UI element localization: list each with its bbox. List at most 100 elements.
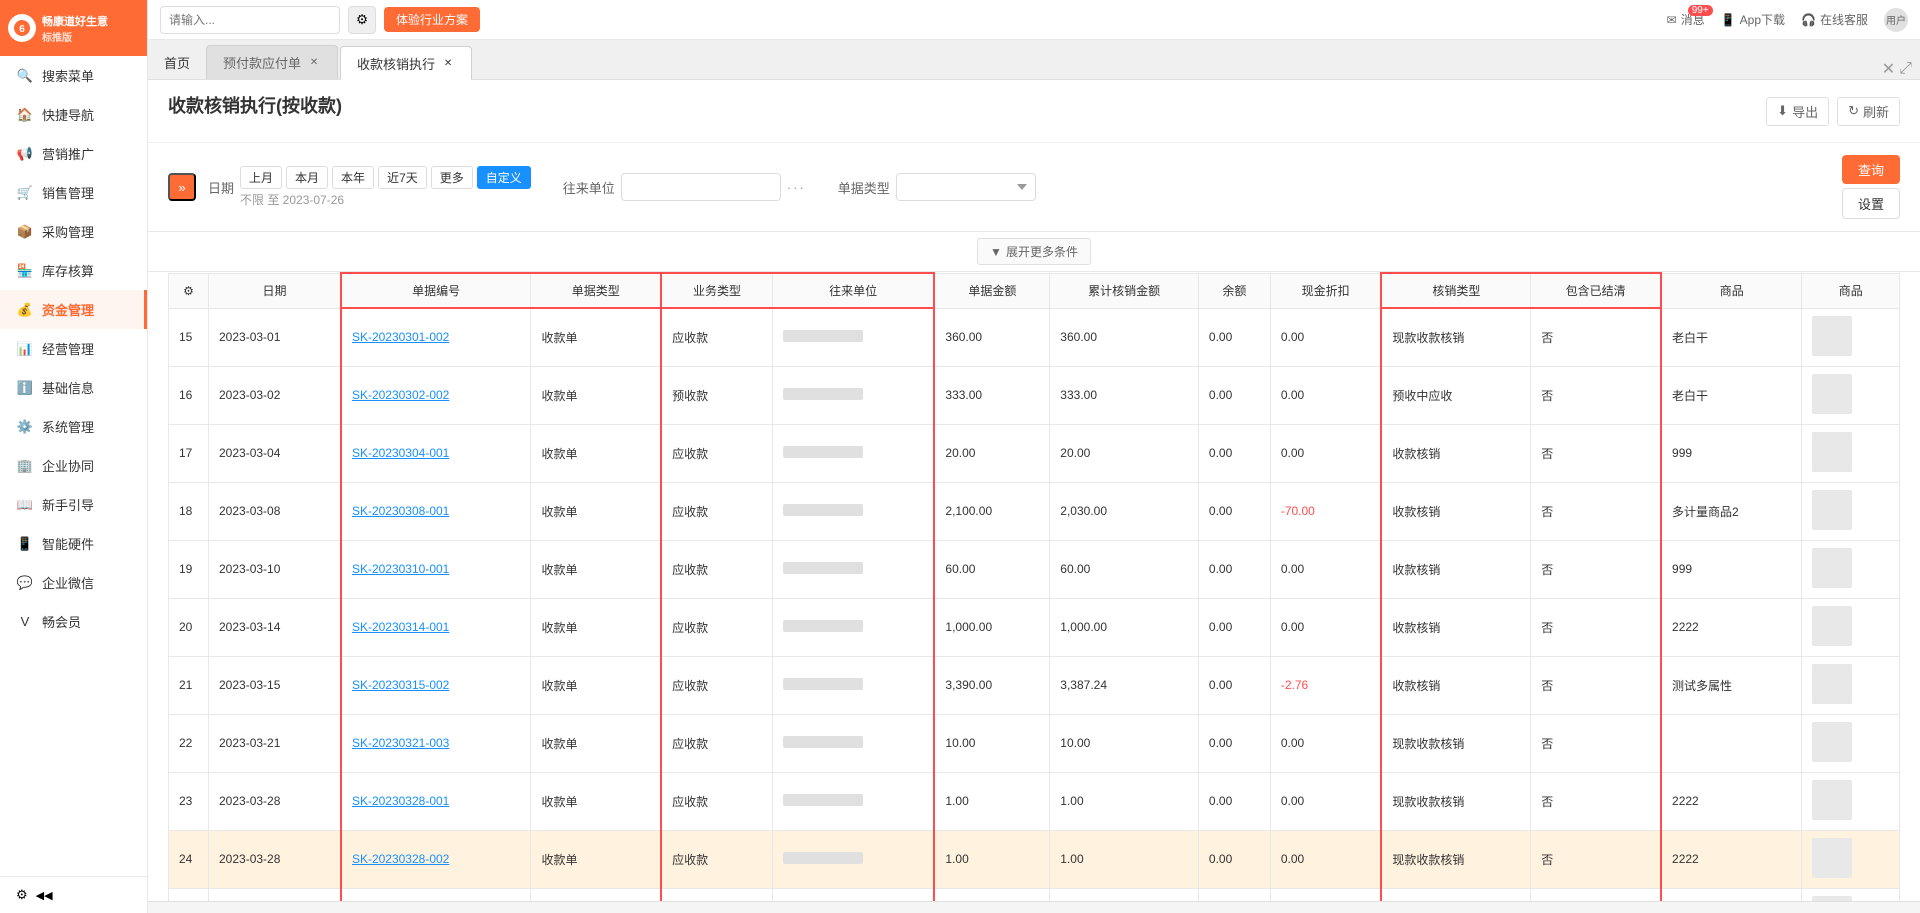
- date-7days[interactable]: 近7天: [378, 166, 427, 189]
- cell-doc-no[interactable]: SK-20230301-002: [341, 308, 531, 366]
- cell-index: 25: [169, 888, 209, 901]
- export-button[interactable]: ⬇ 导出: [1766, 97, 1829, 126]
- receipt-type-select[interactable]: 收款单: [896, 173, 1036, 201]
- cell-counterparty: [772, 888, 934, 901]
- col-header-balance: 余额: [1198, 273, 1270, 308]
- col-header-product: 商品: [1661, 273, 1802, 308]
- logo-icon: 6: [8, 14, 36, 42]
- col-header-settings[interactable]: ⚙: [169, 273, 209, 308]
- counterparty-input[interactable]: [621, 173, 781, 201]
- sidebar-item-purchase[interactable]: 📦 采购管理: [0, 212, 147, 251]
- cell-index: 17: [169, 424, 209, 482]
- cell-cancel-type: 收款核销: [1381, 656, 1530, 714]
- cell-index: 19: [169, 540, 209, 598]
- sidebar-item-wechat[interactable]: 💬 企业微信: [0, 563, 147, 602]
- sidebar-item-inventory[interactable]: 🏪 库存核算: [0, 251, 147, 290]
- expand-conditions-button[interactable]: ▼ 展开更多条件: [977, 238, 1091, 265]
- online-service-button[interactable]: 🎧 在线客服: [1801, 11, 1868, 28]
- cell-product2: [1802, 540, 1900, 598]
- tabs-bar: 首页 预付款应付单 ✕ 收款核销执行 ✕ ✕ ⤢: [148, 40, 1920, 80]
- cell-balance: 0.00: [1198, 772, 1270, 830]
- horizontal-scrollbar[interactable]: [148, 901, 1920, 913]
- tab-fullscreen[interactable]: ⤢: [1899, 60, 1912, 78]
- cell-amount: 3,390.00: [934, 656, 1049, 714]
- warehouse-icon: 🏪: [16, 262, 34, 280]
- tab-collection-close[interactable]: ✕: [441, 56, 455, 70]
- sidebar-item-enterprise[interactable]: 🏢 企业协同: [0, 446, 147, 485]
- counterparty-dots[interactable]: ···: [787, 180, 806, 195]
- guide-icon: 📖: [16, 496, 34, 514]
- cell-balance: 0.00: [1198, 830, 1270, 888]
- date-last-month[interactable]: 上月: [240, 166, 282, 189]
- cell-doc-no[interactable]: SK-20230308-001: [341, 482, 531, 540]
- cell-doc-no[interactable]: SK-20230328-002: [341, 830, 531, 888]
- user-avatar[interactable]: 用户: [1884, 8, 1908, 32]
- cell-doc-no[interactable]: SK-20230331-002: [341, 888, 531, 901]
- cell-date: 2023-03-28: [209, 772, 341, 830]
- sidebar-item-hardware[interactable]: 📱 智能硬件: [0, 524, 147, 563]
- tabs-actions: ✕ ⤢: [1874, 59, 1920, 79]
- sidebar-item-basics[interactable]: ℹ️ 基础信息: [0, 368, 147, 407]
- date-this-year[interactable]: 本年: [332, 166, 374, 189]
- settings-filter-button[interactable]: 设置: [1842, 188, 1900, 219]
- refresh-icon: ↻: [1848, 103, 1859, 119]
- cell-doc-no[interactable]: SK-20230314-001: [341, 598, 531, 656]
- date-more[interactable]: 更多: [431, 166, 473, 189]
- cell-cash-discount: 0.00: [1270, 772, 1381, 830]
- sidebar-item-quick-nav[interactable]: 🏠 快捷导航: [0, 95, 147, 134]
- cell-doc-type: 收款单: [531, 308, 661, 366]
- cell-counterparty: [772, 714, 934, 772]
- sidebar-item-guide[interactable]: 📖 新手引导: [0, 485, 147, 524]
- topbar-search-input[interactable]: [160, 6, 340, 34]
- cell-balance: 0.00: [1198, 424, 1270, 482]
- sidebar-item-operations[interactable]: 📊 经营管理: [0, 329, 147, 368]
- query-button[interactable]: 查询: [1842, 155, 1900, 184]
- cell-product: 2222: [1661, 598, 1802, 656]
- filter-toggle-button[interactable]: »: [168, 173, 196, 201]
- cell-biz-type: 应收款: [661, 308, 772, 366]
- date-this-month[interactable]: 本月: [286, 166, 328, 189]
- content-wrapper: 收款核销执行(按收款) ⬇ 导出 ↻ 刷新 » 日期 上月: [148, 80, 1920, 913]
- refresh-button[interactable]: ↻ 刷新: [1837, 97, 1900, 126]
- tab-prepayment[interactable]: 预付款应付单 ✕: [206, 45, 338, 79]
- filter-area: » 日期 上月 本月 本年 近7天 更多 自定义 不限 至 2023-07-26: [148, 143, 1920, 232]
- cell-doc-no[interactable]: SK-20230328-001: [341, 772, 531, 830]
- cell-doc-no[interactable]: SK-20230321-003: [341, 714, 531, 772]
- cell-doc-no[interactable]: SK-20230310-001: [341, 540, 531, 598]
- sidebar-item-search[interactable]: 🔍 搜索菜单: [0, 56, 147, 95]
- cell-cash-discount: 0.00: [1270, 714, 1381, 772]
- sidebar-collapse-icon[interactable]: ◀◀: [36, 889, 53, 902]
- sidebar-item-marketing[interactable]: 📢 营销推广: [0, 134, 147, 173]
- cell-doc-type: 红字收款单: [531, 888, 661, 901]
- sidebar-item-system[interactable]: ⚙️ 系统管理: [0, 407, 147, 446]
- sidebar-item-member[interactable]: V 畅会员: [0, 602, 147, 641]
- col-header-accumulated: 累计核销金额: [1050, 273, 1199, 308]
- tab-collection[interactable]: 收款核销执行 ✕: [340, 46, 472, 80]
- cell-biz-type: 应收款: [661, 772, 772, 830]
- app-download-button[interactable]: 📱 App下载: [1721, 11, 1785, 28]
- message-button[interactable]: ✉ 消息 99+: [1667, 11, 1705, 28]
- cell-biz-type: 预收款: [661, 366, 772, 424]
- cell-amount: 60.00: [934, 540, 1049, 598]
- cell-doc-no[interactable]: SK-20230315-002: [341, 656, 531, 714]
- cell-accumulated: -2,430.00: [1050, 888, 1199, 901]
- cell-balance: 0.00: [1198, 366, 1270, 424]
- cell-doc-no[interactable]: SK-20230304-001: [341, 424, 531, 482]
- cell-include-cleared: 否: [1531, 308, 1661, 366]
- cell-product2: [1802, 888, 1900, 901]
- sidebar-item-sales[interactable]: 🛒 销售管理: [0, 173, 147, 212]
- sidebar-settings-icon[interactable]: ⚙: [16, 887, 28, 903]
- cell-accumulated: 360.00: [1050, 308, 1199, 366]
- tab-prepayment-close[interactable]: ✕: [307, 56, 321, 70]
- topbar-gear-button[interactable]: ⚙: [348, 6, 376, 34]
- filter-date-group: 日期 上月 本月 本年 近7天 更多 自定义 不限 至 2023-07-26: [208, 166, 531, 208]
- tab-home[interactable]: 首页: [148, 45, 206, 79]
- date-custom[interactable]: 自定义: [477, 166, 531, 189]
- tab-close-all[interactable]: ✕: [1882, 59, 1895, 79]
- cell-doc-type: 收款单: [531, 598, 661, 656]
- sidebar-item-finance[interactable]: 💰 资金管理: [0, 290, 147, 329]
- table-area[interactable]: ⚙ 日期 单据编号 单据类型 业务类型 往来单位 单据金额 累计核销金额 余额 …: [148, 272, 1920, 901]
- cell-doc-no[interactable]: SK-20230302-002: [341, 366, 531, 424]
- solution-button[interactable]: 体验行业方案: [384, 7, 480, 32]
- cell-product2: [1802, 366, 1900, 424]
